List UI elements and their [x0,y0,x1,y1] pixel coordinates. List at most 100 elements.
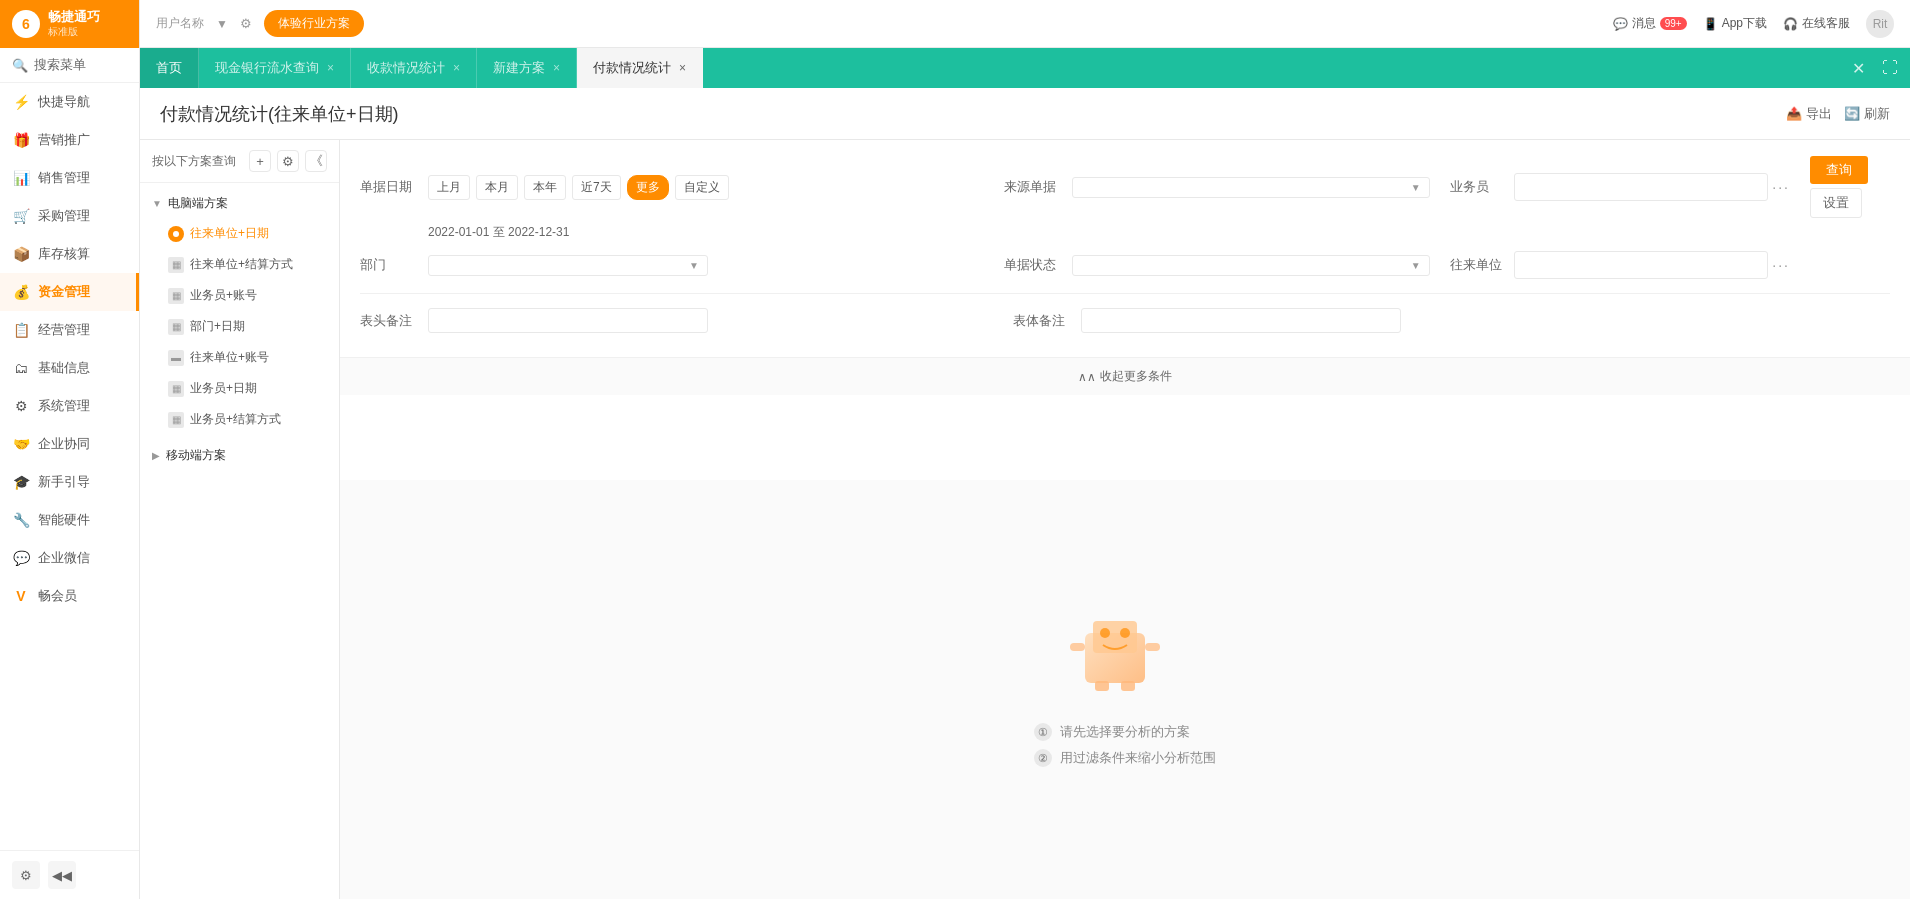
page-header: 付款情况统计(往来单位+日期) 📤 导出 🔄 刷新 [140,88,1910,140]
scheme-item-unit-date[interactable]: 往来单位+日期 [140,218,339,249]
staff-input[interactable] [1514,173,1769,201]
tab-new-scheme[interactable]: 新建方案 × [477,48,577,88]
date-btn-more[interactable]: 更多 [627,175,669,200]
export-button[interactable]: 📤 导出 [1786,105,1832,123]
business-icon: 📋 [12,321,30,339]
scheme-collapse-button[interactable]: 《 [305,150,327,172]
system-icon: ⚙ [12,397,30,415]
counterparty-label: 往来单位 [1450,256,1510,274]
sidebar-item-guide[interactable]: 🎓 新手引导 [0,463,139,501]
date-btn-last-7days[interactable]: 近7天 [572,175,621,200]
filter-form: 单据日期 上月 本月 本年 近7天 更多 自定义 来源单据 [340,140,1910,357]
body-note-label: 表体备注 [1013,312,1073,330]
tab-expand-icon[interactable]: ⛶ [1878,56,1902,80]
messages-action[interactable]: 💬 消息 99+ [1613,15,1687,32]
tab-home[interactable]: 首页 [140,48,199,88]
tab-close-all-icon[interactable]: ✕ [1846,56,1870,80]
sidebar-collapse-button[interactable]: ◀◀ [48,861,76,889]
header-note-label: 表头备注 [360,312,420,330]
search-label: 搜索菜单 [34,56,86,74]
scheme-item-label: 业务员+日期 [190,380,257,397]
tab-home-label: 首页 [156,59,182,77]
tab-payment-stat[interactable]: 付款情况统计 × [577,48,703,88]
sales-icon: 📊 [12,169,30,187]
scheme-item-dept-date[interactable]: ▦ 部门+日期 [140,311,339,342]
sidebar-item-enterprise[interactable]: 🤝 企业协同 [0,425,139,463]
page-actions: 📤 导出 🔄 刷新 [1786,105,1890,123]
settings-button[interactable]: 设置 [1810,188,1862,218]
app-download-action[interactable]: 📱 App下载 [1703,15,1767,32]
guide-icon: 🎓 [12,473,30,491]
mobile-scheme-header[interactable]: ▶ 移动端方案 [140,441,339,470]
user-avatar[interactable]: Rit [1866,10,1894,38]
svg-point-2 [1100,628,1110,638]
query-button[interactable]: 查询 [1810,156,1868,184]
tab-bank-flow[interactable]: 现金银行流水查询 × [199,48,351,88]
svg-rect-5 [1145,643,1160,651]
tab-payment-stat-close-icon[interactable]: × [679,61,686,75]
scheme-item-table-icon: ▦ [168,257,184,273]
tab-bank-flow-close-icon[interactable]: × [327,61,334,75]
topbar: 用户名称 ▼ ⚙ 体验行业方案 💬 消息 99+ 📱 App下载 🎧 在线客服 … [140,0,1910,48]
scheme-settings-button[interactable]: ⚙ [277,150,299,172]
sidebar-item-quick-nav[interactable]: ⚡ 快捷导航 [0,83,139,121]
finance-icon: 💰 [12,283,30,301]
scheme-add-button[interactable]: + [249,150,271,172]
topbar-settings-icon[interactable]: ⚙ [240,16,252,31]
hardware-icon: 🔧 [12,511,30,529]
date-btn-this-year[interactable]: 本年 [524,175,566,200]
desktop-group-arrow-icon: ▼ [152,198,162,209]
sidebar-item-member[interactable]: V 畅会员 [0,577,139,615]
topbar-actions: 💬 消息 99+ 📱 App下载 🎧 在线客服 Rit [1613,10,1894,38]
mobile-group-arrow-icon: ▶ [152,450,160,461]
sidebar-item-hardware[interactable]: 🔧 智能硬件 [0,501,139,539]
scheme-item-staff-account[interactable]: ▦ 业务员+账号 [140,280,339,311]
trial-btn[interactable]: 体验行业方案 [264,10,364,37]
sidebar-item-inventory[interactable]: 📦 库存核算 [0,235,139,273]
enterprise-icon: 🤝 [12,435,30,453]
tab-new-scheme-label: 新建方案 [493,59,545,77]
source-select[interactable]: ▼ [1072,177,1430,198]
scheme-item-unit-account[interactable]: ▬ 往来单位+账号 [140,342,339,373]
sidebar-settings-button[interactable]: ⚙ [12,861,40,889]
scheme-item-staff-date[interactable]: ▦ 业务员+日期 [140,373,339,404]
sidebar-item-wechat[interactable]: 💬 企业微信 [0,539,139,577]
tab-receivable-close-icon[interactable]: × [453,61,460,75]
tab-receivable[interactable]: 收款情况统计 × [351,48,477,88]
sidebar-item-finance[interactable]: 💰 资金管理 [0,273,139,311]
empty-tip-1: ① 请先选择要分析的方案 [1034,723,1216,741]
date-btn-this-month[interactable]: 本月 [476,175,518,200]
sidebar-item-purchase[interactable]: 🛒 采购管理 [0,197,139,235]
sidebar-item-sales[interactable]: 📊 销售管理 [0,159,139,197]
voucher-status-select[interactable]: ▼ [1072,255,1430,276]
body-note-input[interactable] [1081,308,1401,333]
tab-new-scheme-close-icon[interactable]: × [553,61,560,75]
online-service-label: 在线客服 [1802,15,1850,32]
tabbar: 首页 现金银行流水查询 × 收款情况统计 × 新建方案 × 付款情况统计 × ✕… [140,48,1910,88]
refresh-icon: 🔄 [1844,106,1860,121]
filter-actions-col: 查询 设置 [1810,156,1890,218]
page-title: 付款情况统计(往来单位+日期) [160,102,399,126]
desktop-group-header[interactable]: ▼ 电脑端方案 [140,189,339,218]
scheme-item-unit-settlement[interactable]: ▦ 往来单位+结算方式 [140,249,339,280]
counterparty-more-icon[interactable]: ··· [1772,257,1790,273]
search-menu[interactable]: 🔍 搜索菜单 [0,48,139,83]
sidebar-item-basic[interactable]: 🗂 基础信息 [0,349,139,387]
tab-payment-stat-label: 付款情况统计 [593,59,671,77]
collapse-up-icon: ∧∧ [1078,370,1096,384]
refresh-button[interactable]: 🔄 刷新 [1844,105,1890,123]
staff-more-icon[interactable]: ··· [1772,179,1790,195]
sidebar-item-marketing[interactable]: 🎁 营销推广 [0,121,139,159]
content-area: 按以下方案查询 + ⚙ 《 ▼ 电脑端方案 往来单位+日期 [140,140,1910,899]
empty-tips: ① 请先选择要分析的方案 ② 用过滤条件来缩小分析范围 [1034,723,1216,775]
scheme-item-staff-settlement[interactable]: ▦ 业务员+结算方式 [140,404,339,435]
date-btn-last-month[interactable]: 上月 [428,175,470,200]
counterparty-input[interactable] [1514,251,1769,279]
date-btn-custom[interactable]: 自定义 [675,175,729,200]
sidebar-item-system[interactable]: ⚙ 系统管理 [0,387,139,425]
collapse-bar[interactable]: ∧∧ 收起更多条件 [340,357,1910,395]
sidebar-item-business[interactable]: 📋 经营管理 [0,311,139,349]
dept-select[interactable]: ▼ [428,255,708,276]
online-service-action[interactable]: 🎧 在线客服 [1783,15,1850,32]
header-note-input[interactable] [428,308,708,333]
